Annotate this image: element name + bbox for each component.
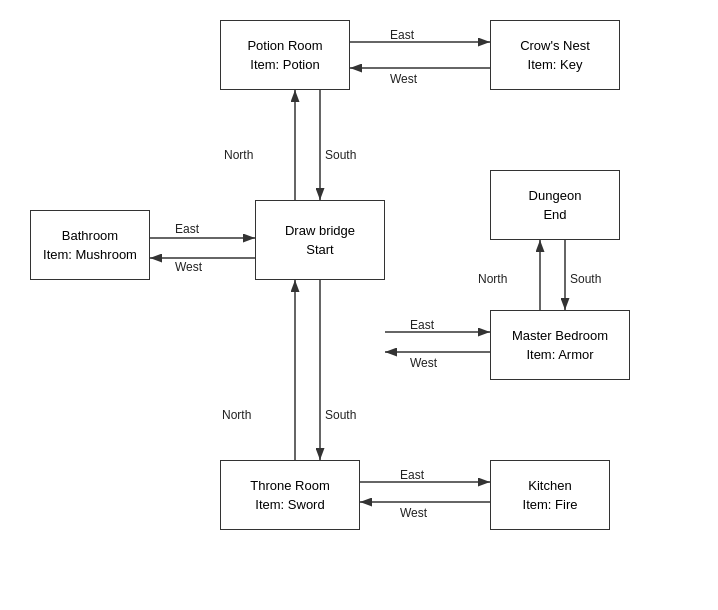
room-drawbridge: Draw bridge Start — [255, 200, 385, 280]
room-dungeon: Dungeon End — [490, 170, 620, 240]
label-bathroom-west: West — [175, 260, 202, 274]
room-drawbridge-extra: Start — [306, 240, 333, 260]
label-bathroom-east: East — [175, 222, 199, 236]
room-bathroom: Bathroom Item: Mushroom — [30, 210, 150, 280]
label-throne-north: North — [222, 408, 251, 422]
room-kitchen-item: Item: Fire — [523, 495, 578, 515]
room-dungeon-name: Dungeon — [529, 186, 582, 206]
label-south-potion: South — [325, 148, 356, 162]
diagram: East West North South East West North So… — [0, 0, 718, 610]
room-bathroom-item: Item: Mushroom — [43, 245, 137, 265]
room-throne-item: Item: Sword — [255, 495, 324, 515]
room-potion-item: Item: Potion — [250, 55, 319, 75]
label-drawbridge-east2: East — [410, 318, 434, 332]
room-master-item: Item: Armor — [526, 345, 593, 365]
room-kitchen: Kitchen Item: Fire — [490, 460, 610, 530]
room-crows-item: Item: Key — [528, 55, 583, 75]
room-bathroom-name: Bathroom — [62, 226, 118, 246]
label-crows-west: West — [390, 72, 417, 86]
room-master-name: Master Bedroom — [512, 326, 608, 346]
room-kitchen-name: Kitchen — [528, 476, 571, 496]
room-dungeon-extra: End — [543, 205, 566, 225]
room-crows-name: Crow's Nest — [520, 36, 590, 56]
label-dungeon-north: North — [478, 272, 507, 286]
label-north-potion: North — [224, 148, 253, 162]
label-throne-west: West — [400, 506, 427, 520]
room-throne-name: Throne Room — [250, 476, 329, 496]
room-master-bedroom: Master Bedroom Item: Armor — [490, 310, 630, 380]
label-drawbridge-west2: West — [410, 356, 437, 370]
label-dungeon-south: South — [570, 272, 601, 286]
room-potion-name: Potion Room — [247, 36, 322, 56]
room-crows-nest: Crow's Nest Item: Key — [490, 20, 620, 90]
label-throne-east: East — [400, 468, 424, 482]
room-throne: Throne Room Item: Sword — [220, 460, 360, 530]
label-potion-east: East — [390, 28, 414, 42]
room-drawbridge-name: Draw bridge — [285, 221, 355, 241]
room-potion: Potion Room Item: Potion — [220, 20, 350, 90]
label-throne-south: South — [325, 408, 356, 422]
